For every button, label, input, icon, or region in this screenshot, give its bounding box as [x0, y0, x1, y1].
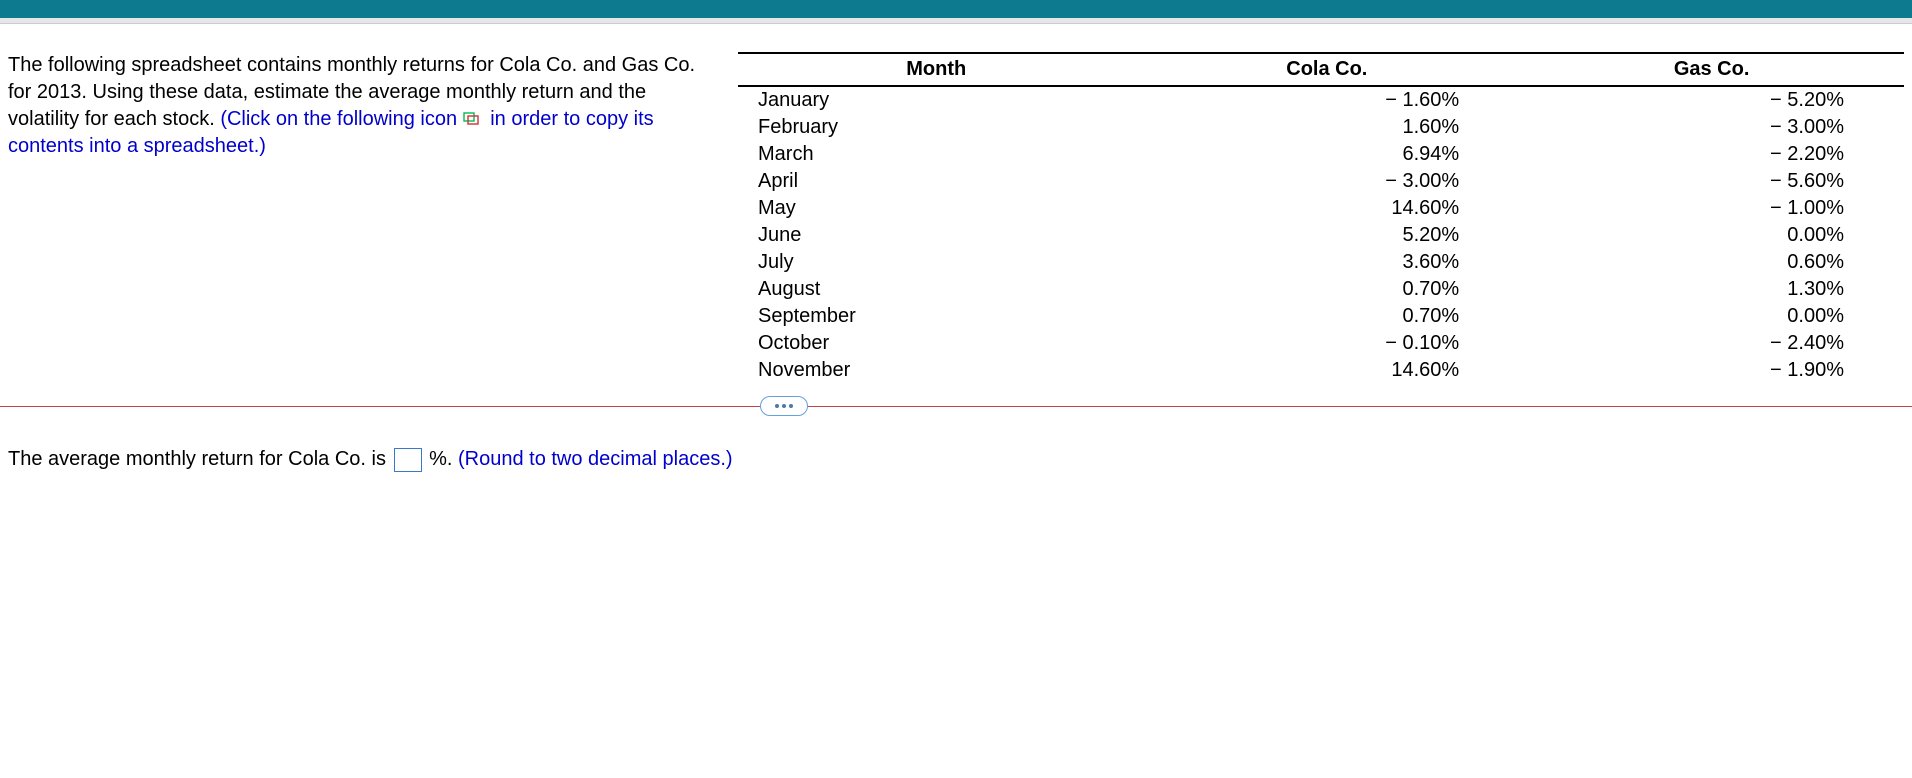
cell-cola: 6.94% — [1134, 141, 1519, 168]
cell-cola: 0.70% — [1134, 303, 1519, 330]
cell-gas: − 2.20% — [1519, 141, 1904, 168]
answer-input[interactable] — [394, 448, 422, 472]
cell-gas: − 1.90% — [1519, 357, 1904, 384]
answer-prefix: The average monthly return for Cola Co. … — [8, 448, 392, 470]
answer-input-wrap — [394, 447, 422, 472]
cell-month: June — [738, 222, 1134, 249]
cell-gas: 0.00% — [1519, 222, 1904, 249]
table-row: October− 0.10%− 2.40% — [738, 330, 1904, 357]
table-row: June5.20%0.00% — [738, 222, 1904, 249]
question-content: The following spreadsheet contains month… — [0, 24, 1912, 384]
header-cola: Cola Co. — [1134, 53, 1519, 86]
cell-cola: 14.60% — [1134, 195, 1519, 222]
prompt-instruction-1: (Click on the following icon — [220, 108, 462, 130]
cell-gas: − 5.60% — [1519, 168, 1904, 195]
data-table-container: Month Cola Co. Gas Co. January− 1.60%− 5… — [738, 52, 1904, 384]
cell-gas: 0.60% — [1519, 249, 1904, 276]
cell-month: August — [738, 276, 1134, 303]
answer-line: The average monthly return for Cola Co. … — [0, 407, 1912, 472]
cell-gas: 0.00% — [1519, 303, 1904, 330]
returns-table: Month Cola Co. Gas Co. January− 1.60%− 5… — [738, 52, 1904, 384]
answer-suffix: %. — [429, 448, 458, 470]
table-row: November14.60%− 1.90% — [738, 357, 1904, 384]
divider-line — [0, 406, 1912, 407]
cell-month: October — [738, 330, 1134, 357]
table-row: January− 1.60%− 5.20% — [738, 86, 1904, 114]
cell-cola: 1.60% — [1134, 114, 1519, 141]
table-row: September0.70%0.00% — [738, 303, 1904, 330]
cell-cola: − 0.10% — [1134, 330, 1519, 357]
table-row: March6.94%− 2.20% — [738, 141, 1904, 168]
cell-month: April — [738, 168, 1134, 195]
cell-cola: 0.70% — [1134, 276, 1519, 303]
cell-gas: − 1.00% — [1519, 195, 1904, 222]
section-divider — [0, 406, 1912, 407]
cell-month: September — [738, 303, 1134, 330]
cell-gas: 1.30% — [1519, 276, 1904, 303]
dot-icon — [789, 404, 793, 408]
top-bar — [0, 0, 1912, 18]
cell-gas: − 2.40% — [1519, 330, 1904, 357]
cell-month: February — [738, 114, 1134, 141]
table-row: July3.60%0.60% — [738, 249, 1904, 276]
cell-month: November — [738, 357, 1134, 384]
cell-cola: − 1.60% — [1134, 86, 1519, 114]
cell-month: March — [738, 141, 1134, 168]
collapse-toggle[interactable] — [760, 396, 808, 416]
cell-cola: 3.60% — [1134, 249, 1519, 276]
header-gas: Gas Co. — [1519, 53, 1904, 86]
cell-cola: 14.60% — [1134, 357, 1519, 384]
cell-month: January — [738, 86, 1134, 114]
table-row: February1.60%− 3.00% — [738, 114, 1904, 141]
table-row: April− 3.00%− 5.60% — [738, 168, 1904, 195]
table-row: May14.60%− 1.00% — [738, 195, 1904, 222]
cell-gas: − 5.20% — [1519, 86, 1904, 114]
dot-icon — [775, 404, 779, 408]
answer-hint: (Round to two decimal places.) — [458, 448, 733, 470]
copy-to-spreadsheet-icon[interactable] — [463, 106, 481, 133]
cell-month: July — [738, 249, 1134, 276]
cell-month: May — [738, 195, 1134, 222]
table-row: August0.70%1.30% — [738, 276, 1904, 303]
dot-icon — [782, 404, 786, 408]
table-header-row: Month Cola Co. Gas Co. — [738, 53, 1904, 86]
question-prompt: The following spreadsheet contains month… — [8, 52, 708, 384]
cell-cola: 5.20% — [1134, 222, 1519, 249]
cell-cola: − 3.00% — [1134, 168, 1519, 195]
header-month: Month — [738, 53, 1134, 86]
cell-gas: − 3.00% — [1519, 114, 1904, 141]
